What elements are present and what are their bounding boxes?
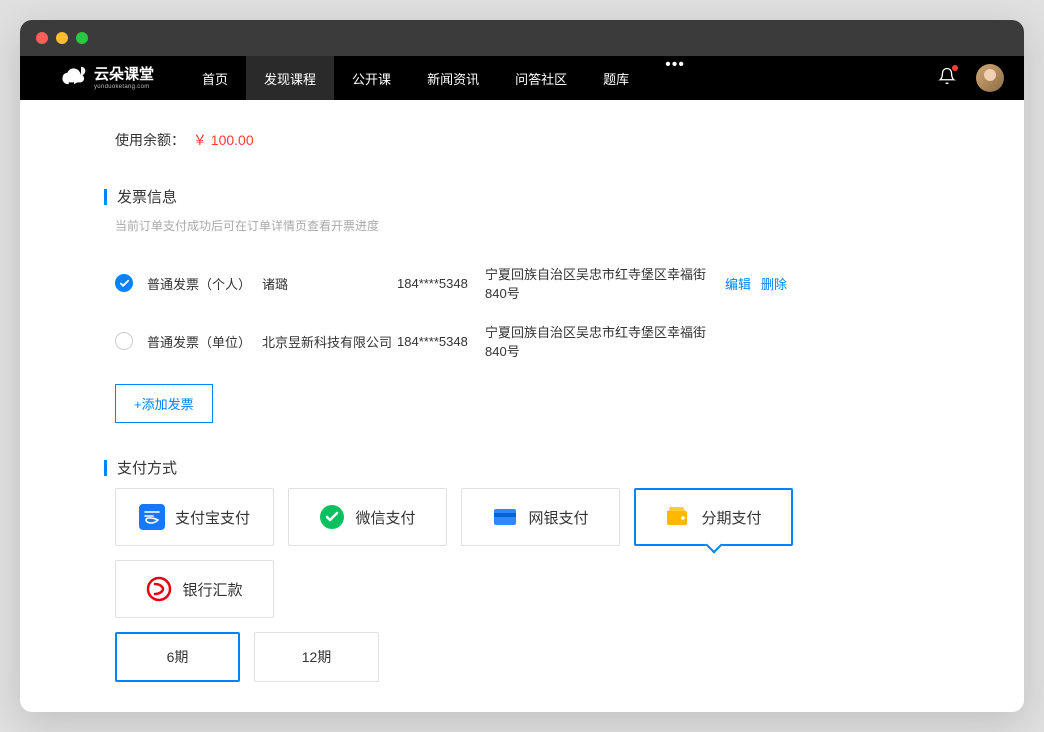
nav-home[interactable]: 首页: [184, 56, 246, 100]
nav-news[interactable]: 新闻资讯: [409, 56, 497, 100]
unionpay-icon: [492, 504, 518, 530]
section-accent-bar: [104, 189, 107, 205]
invoice-type: 普通发票（个人）: [147, 274, 262, 293]
notification-badge: [952, 65, 958, 71]
invoice-edit-link[interactable]: 编辑: [725, 274, 751, 293]
invoice-section: 发票信息 当前订单支付成功后可在订单详情页查看开票进度 普通发票（个人） 诸璐 …: [115, 186, 929, 423]
invoice-name: 诸璐: [262, 274, 397, 293]
invoice-type: 普通发票（单位）: [147, 332, 262, 351]
section-accent-bar: [104, 460, 107, 476]
installment-terms: 6期 12期: [115, 632, 929, 682]
pay-method-wechat[interactable]: 微信支付: [288, 488, 447, 546]
invoice-address: 宁夏回族自治区吴忠市红寺堡区幸福街840号: [485, 322, 725, 360]
invoice-section-title: 发票信息: [117, 186, 177, 207]
cloud-logo-icon: [60, 64, 88, 92]
pay-method-label: 分期支付: [701, 507, 761, 528]
payment-section-title: 支付方式: [117, 457, 177, 478]
term-12[interactable]: 12期: [254, 632, 379, 682]
nav-question-bank[interactable]: 题库: [585, 56, 647, 100]
check-icon: [119, 278, 130, 289]
user-avatar[interactable]: [976, 64, 1004, 92]
nav-open-class[interactable]: 公开课: [334, 56, 409, 100]
invoice-delete-link[interactable]: 删除: [761, 274, 787, 293]
pay-method-label: 支付宝支付: [175, 507, 250, 528]
top-navigation: 云朵课堂 yunduoketang.com 首页 发现课程 公开课 新闻资讯 问…: [20, 56, 1024, 100]
invoice-phone: 184****5348: [397, 334, 485, 349]
add-invoice-button[interactable]: +添加发票: [115, 384, 213, 423]
payment-methods: 支付宝支付 微信支付 网银支付: [115, 488, 929, 618]
brand-name: 云朵课堂: [94, 67, 154, 82]
invoice-row-personal: 普通发票（个人） 诸璐 184****5348 宁夏回族自治区吴忠市红寺堡区幸福…: [115, 254, 929, 312]
invoice-radio-company[interactable]: [115, 332, 133, 350]
nav-discover-courses[interactable]: 发现课程: [246, 56, 334, 100]
pay-method-unionpay[interactable]: 网银支付: [461, 488, 620, 546]
term-6[interactable]: 6期: [115, 632, 240, 682]
pay-method-alipay[interactable]: 支付宝支付: [115, 488, 274, 546]
invoice-radio-personal[interactable]: [115, 274, 133, 292]
invoice-section-subtitle: 当前订单支付成功后可在订单详情页查看开票进度: [115, 217, 929, 234]
balance-row: 使用余额： ￥ 100.00: [115, 130, 929, 150]
wallet-icon: [665, 504, 691, 530]
nav-more-button[interactable]: •••: [647, 56, 703, 100]
alipay-icon: [139, 504, 165, 530]
balance-label: 使用余额：: [115, 132, 185, 148]
balance-value: ￥ 100.00: [193, 132, 254, 148]
invoice-phone: 184****5348: [397, 276, 485, 291]
brand-subtitle: yunduoketang.com: [94, 84, 154, 90]
pay-method-bank[interactable]: 银行汇款: [115, 560, 274, 618]
payment-section: 支付方式 支付宝支付 微信支付: [115, 457, 929, 712]
pay-method-label: 微信支付: [355, 507, 415, 528]
maximize-window-button[interactable]: [76, 32, 88, 44]
wechat-pay-icon: [319, 504, 345, 530]
window-titlebar: [20, 20, 1024, 56]
pay-method-label: 银行汇款: [182, 579, 242, 600]
pay-method-installment[interactable]: 分期支付: [634, 488, 793, 546]
close-window-button[interactable]: [36, 32, 48, 44]
pay-method-label: 网银支付: [528, 507, 588, 528]
bank-icon: [146, 576, 172, 602]
invoice-name: 北京昱新科技有限公司: [262, 332, 397, 351]
nav-qa-community[interactable]: 问答社区: [497, 56, 585, 100]
notifications-button[interactable]: [938, 67, 956, 90]
minimize-window-button[interactable]: [56, 32, 68, 44]
invoice-address: 宁夏回族自治区吴忠市红寺堡区幸福街840号: [485, 264, 725, 302]
main-content: 使用余额： ￥ 100.00 发票信息 当前订单支付成功后可在订单详情页查看开票…: [20, 100, 1024, 712]
invoice-row-company: 普通发票（单位） 北京昱新科技有限公司 184****5348 宁夏回族自治区吴…: [115, 312, 929, 370]
brand-logo[interactable]: 云朵课堂 yunduoketang.com: [60, 64, 154, 92]
